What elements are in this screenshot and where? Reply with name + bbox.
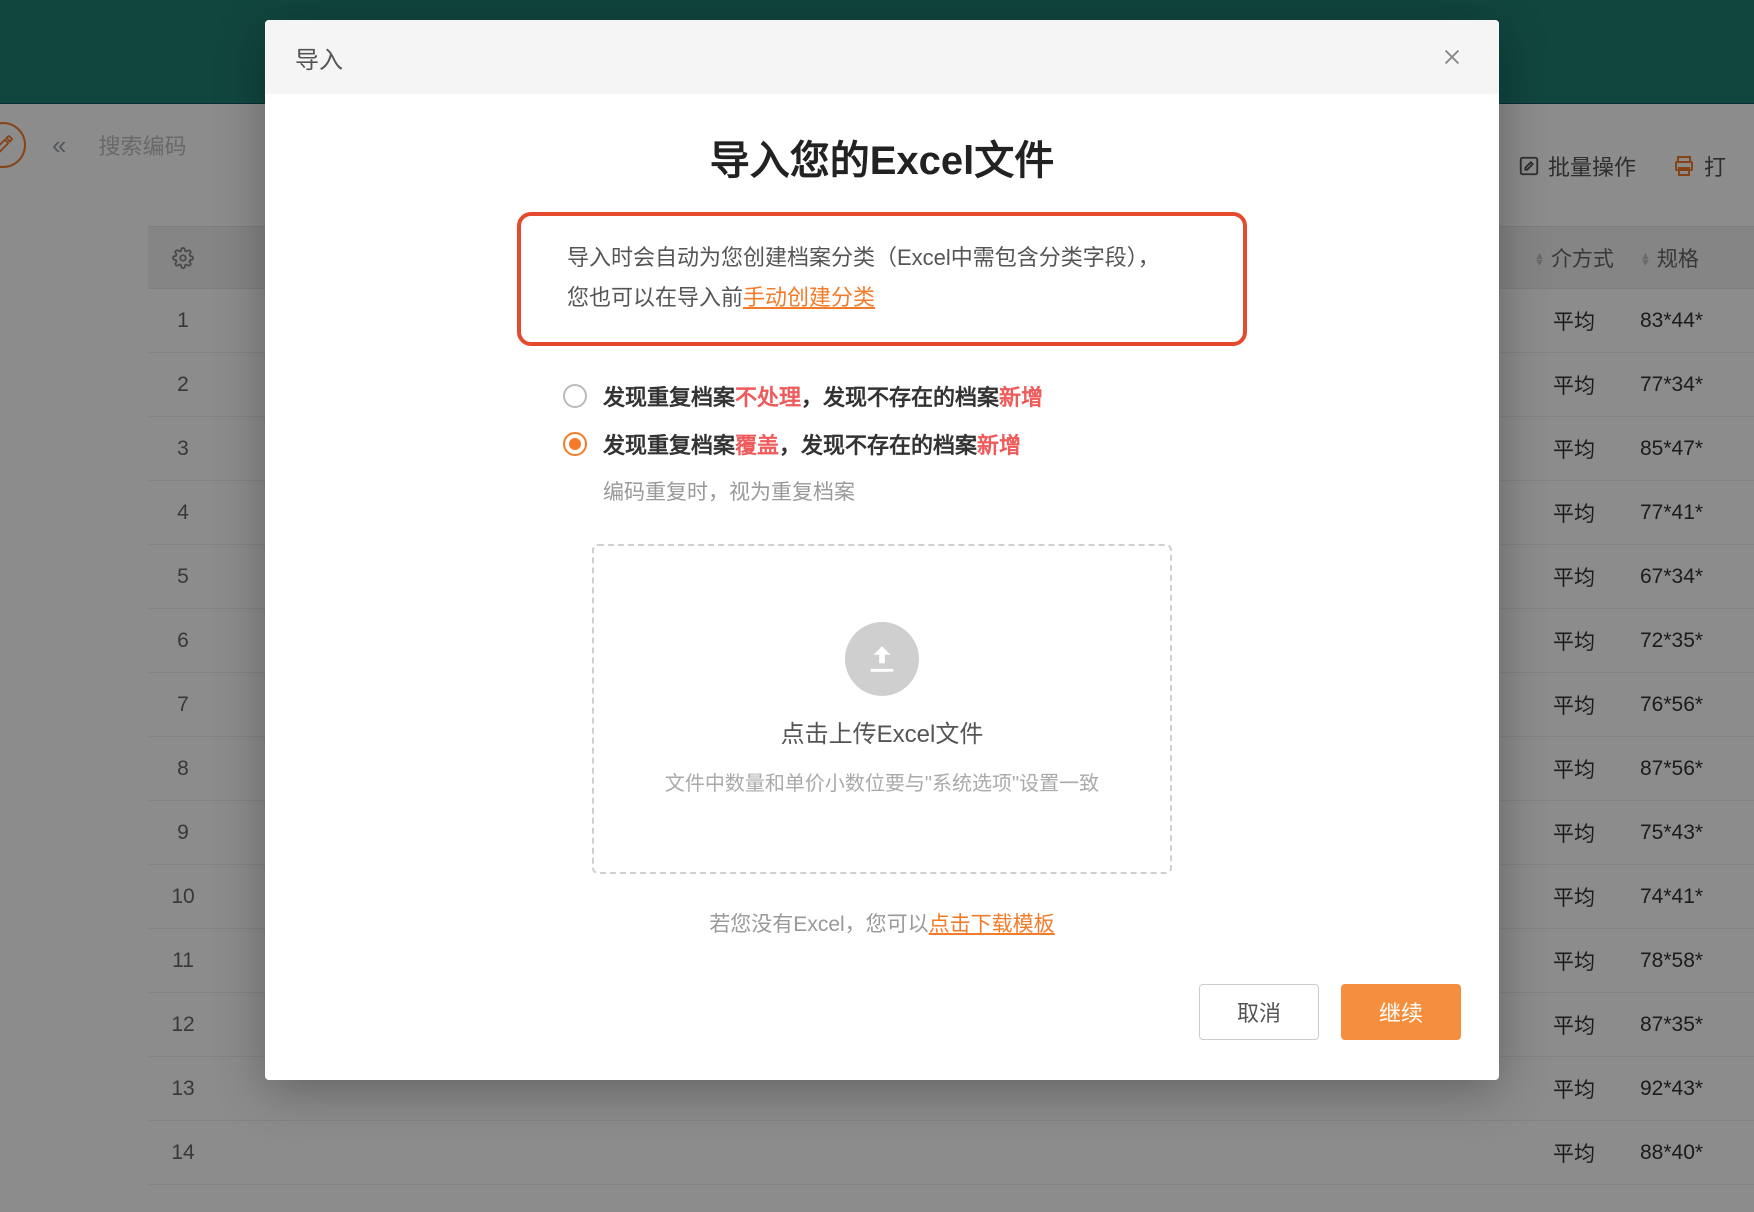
radio-icon xyxy=(563,384,587,408)
modal-footer: 取消 继续 xyxy=(265,948,1499,1080)
duplicate-strategy-group: 发现重复档案不处理，发现不存在的档案新增 发现重复档案覆盖，发现不存在的档案新增 xyxy=(517,380,1247,460)
modal-title: 导入您的Excel文件 xyxy=(710,128,1055,186)
upload-main-text: 点击上传Excel文件 xyxy=(781,714,984,749)
upload-sub-text: 文件中数量和单价小数位要与"系统选项"设置一致 xyxy=(639,767,1125,796)
template-line: 若您没有Excel，您可以点击下载模板 xyxy=(709,908,1054,938)
close-icon[interactable] xyxy=(1435,40,1469,74)
duplicate-note: 编码重复时，视为重复档案 xyxy=(517,476,1247,506)
radio-icon xyxy=(563,432,587,456)
info-callout: 导入时会自动为您创建档案分类（Excel中需包含分类字段）， 您也可以在导入前手… xyxy=(517,212,1247,346)
callout-line-2-pre: 您也可以在导入前 xyxy=(567,285,743,310)
upload-dropzone[interactable]: 点击上传Excel文件 文件中数量和单价小数位要与"系统选项"设置一致 xyxy=(592,544,1172,874)
radio-overwrite-duplicates[interactable]: 发现重复档案覆盖，发现不存在的档案新增 xyxy=(563,428,1247,460)
import-modal: 导入 导入您的Excel文件 导入时会自动为您创建档案分类（Excel中需包含分… xyxy=(265,20,1499,1080)
continue-button[interactable]: 继续 xyxy=(1341,984,1461,1040)
modal-header: 导入 xyxy=(265,20,1499,94)
cancel-button[interactable]: 取消 xyxy=(1199,984,1319,1040)
manual-category-link[interactable]: 手动创建分类 xyxy=(743,285,875,310)
callout-line-1: 导入时会自动为您创建档案分类（Excel中需包含分类字段）， xyxy=(567,238,1197,278)
download-template-link[interactable]: 点击下载模板 xyxy=(929,913,1055,936)
radio-skip-duplicates[interactable]: 发现重复档案不处理，发现不存在的档案新增 xyxy=(563,380,1247,412)
upload-icon xyxy=(845,622,919,696)
modal-header-title: 导入 xyxy=(295,40,343,75)
